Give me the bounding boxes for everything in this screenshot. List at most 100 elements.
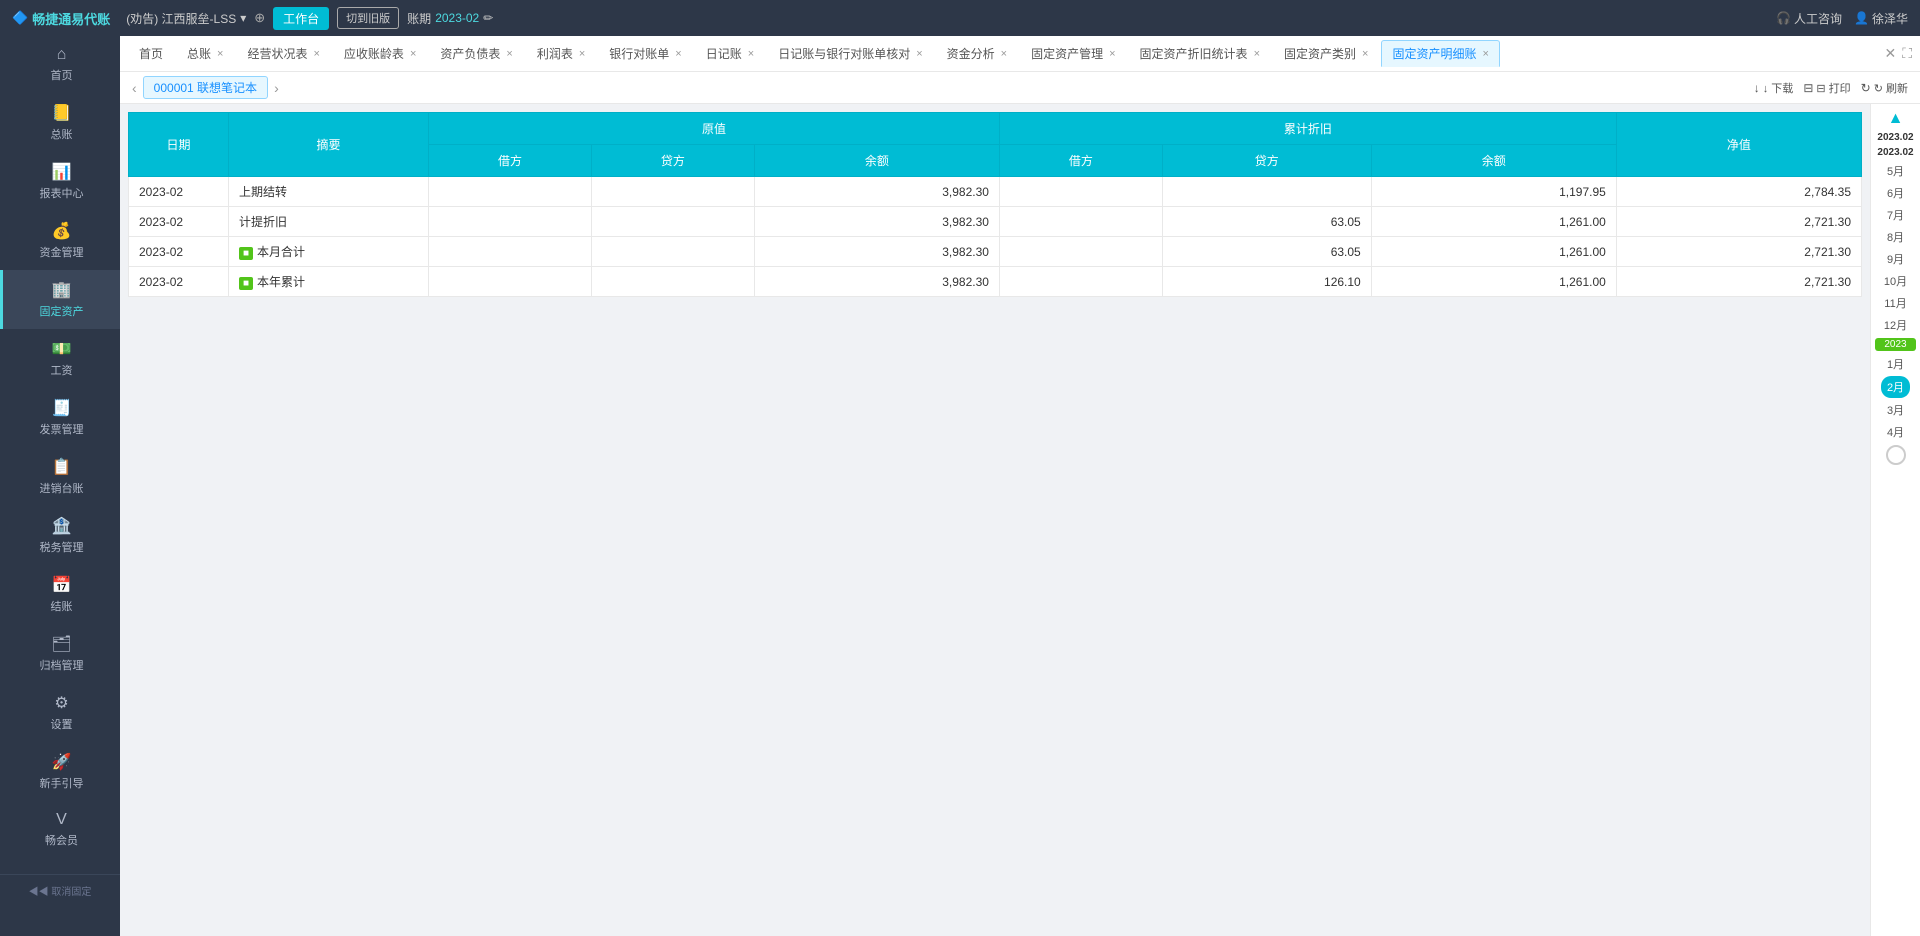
col-dep-debit: 借方 — [999, 145, 1162, 177]
sidebar-item-fixed-assets[interactable]: 🏢 固定资产 — [0, 270, 120, 329]
sidebar-item-member[interactable]: V 畅会员 — [0, 801, 120, 858]
cell-dep-credit: 63.05 — [1162, 237, 1371, 267]
tab-fixed-mgmt[interactable]: 固定资产管理× — [1020, 40, 1126, 67]
sidebar-item-invoice[interactable]: 🧾 发票管理 — [0, 388, 120, 447]
timeline-month[interactable]: 9月 — [1878, 248, 1913, 270]
tab-close-journal[interactable]: × — [748, 48, 754, 60]
print-button[interactable]: ⊟ ⊟ 打印 — [1803, 80, 1850, 96]
company-selector[interactable]: (劝告) 江西服垒-LSS ▾ — [126, 10, 246, 27]
guide-icon: 🚀 — [52, 752, 72, 772]
table-row: 2023-02 上期结转 3,982.30 1,197.95 2,784.35 — [129, 177, 1862, 207]
tab-close-operation[interactable]: × — [313, 48, 319, 60]
tab-close-fixed-detail[interactable]: × — [1482, 48, 1488, 60]
tab-close-fixed-type[interactable]: × — [1362, 48, 1368, 60]
timeline-month[interactable]: 1月 — [1875, 353, 1916, 375]
breadcrumb-current[interactable]: 000001 联想笔记本 — [143, 76, 268, 99]
sidebar-item-capital[interactable]: 💰 资金管理 — [0, 211, 120, 270]
tab-fixed-detail[interactable]: 固定资产明细账× — [1381, 40, 1499, 67]
col-date: 日期 — [129, 113, 229, 177]
timeline-month[interactable]: 3月 — [1875, 399, 1916, 421]
headset-icon: 🎧 — [1776, 11, 1791, 25]
sidebar-item-guide[interactable]: 🚀 新手引导 — [0, 742, 120, 801]
col-dep-credit: 贷方 — [1162, 145, 1371, 177]
tab-close-ledger[interactable]: × — [217, 48, 223, 60]
tab-close-bank[interactable]: × — [675, 48, 681, 60]
sidebar-label-settings: 设置 — [51, 716, 73, 732]
sidebar-item-settings[interactable]: ⚙ 设置 — [0, 683, 120, 742]
sidebar-item-ledger[interactable]: 📒 总账 — [0, 93, 120, 152]
sidebar-item-reports[interactable]: 📊 报表中心 — [0, 152, 120, 211]
cell-orig-credit — [591, 237, 754, 267]
sidebar-footer-pin[interactable]: ◀◀ 取消固定 — [0, 874, 120, 906]
tab-balance[interactable]: 资产负债表× — [429, 40, 523, 67]
tab-bank[interactable]: 银行对账单× — [598, 40, 692, 67]
sidebar-item-sales[interactable]: 📋 进销台账 — [0, 447, 120, 506]
copy-icon[interactable]: ⊕ — [254, 10, 265, 26]
timeline-circle[interactable] — [1886, 445, 1906, 465]
timeline-panel: ▲ 2023.02 2023.02 5月6月7月8月9月10月11月12月 20… — [1870, 104, 1920, 936]
tab-close-profit[interactable]: × — [579, 48, 585, 60]
refresh-button[interactable]: ↻ ↻ 刷新 — [1861, 80, 1908, 96]
tab-close-balance[interactable]: × — [506, 48, 512, 60]
user-avatar[interactable]: 👤 徐泽华 — [1854, 10, 1908, 27]
timeline-month[interactable]: 4月 — [1875, 421, 1916, 443]
tab-fund-analysis[interactable]: 资金分析× — [936, 40, 1018, 67]
tab-close-receivable[interactable]: × — [410, 48, 416, 60]
sidebar-items: ⌂ 首页 📒 总账 📊 报表中心 💰 资金管理 🏢 固定资产 💵 工资 🧾 发票… — [0, 36, 120, 858]
sidebar-item-salary[interactable]: 💵 工资 — [0, 329, 120, 388]
tab-receivable[interactable]: 应收账龄表× — [333, 40, 427, 67]
timeline-scroll-up[interactable]: ▲ — [1886, 108, 1906, 130]
tab-profit[interactable]: 利润表× — [526, 40, 596, 67]
tab-fixed-type[interactable]: 固定资产类别× — [1273, 40, 1379, 67]
ledger-icon: 📒 — [52, 103, 72, 123]
breadcrumb-bar: ‹ 000001 联想笔记本 › ↓ ↓ 下载 ⊟ ⊟ 打印 ↻ ↻ 刷新 — [120, 72, 1920, 104]
breadcrumb-next[interactable]: › — [274, 80, 279, 96]
sidebar-item-home[interactable]: ⌂ 首页 — [0, 36, 120, 93]
switch-version-button[interactable]: 切到旧版 — [337, 7, 399, 29]
tab-maximize[interactable]: ⛶ — [1902, 45, 1912, 62]
tab-operation[interactable]: 经营状况表× — [236, 40, 330, 67]
tab-home[interactable]: 首页 — [128, 40, 174, 67]
tab-ledger[interactable]: 总账× — [176, 40, 234, 67]
sidebar-label-capital: 资金管理 — [40, 244, 84, 260]
timeline-curr-months: 1月2月3月4月 — [1875, 353, 1916, 443]
tab-close-fixed-mgmt[interactable]: × — [1109, 48, 1115, 60]
timeline-month[interactable]: 7月 — [1878, 204, 1913, 226]
company-dropdown-icon[interactable]: ▾ — [240, 11, 246, 25]
cell-summary: 计提折旧 — [229, 207, 429, 237]
timeline-month[interactable]: 11月 — [1878, 292, 1913, 314]
content-area: 首页总账×经营状况表×应收账龄表×资产负债表×利润表×银行对账单×日记账×日记账… — [120, 36, 1920, 936]
workbench-button[interactable]: 工作台 — [273, 7, 329, 30]
timeline-month[interactable]: 8月 — [1878, 226, 1913, 248]
table-row: 2023-02 计提折旧 3,982.30 63.05 1,261.00 2,7… — [129, 207, 1862, 237]
cell-dep-debit — [999, 177, 1162, 207]
cell-date: 2023-02 — [129, 267, 229, 297]
support-button[interactable]: 🎧 人工咨询 — [1776, 10, 1842, 27]
sidebar-label-reports: 报表中心 — [40, 185, 84, 201]
timeline-month[interactable]: 12月 — [1878, 314, 1913, 336]
tab-label-journal: 日记账 — [706, 45, 742, 62]
tab-close-bank-check[interactable]: × — [916, 48, 922, 60]
timeline-month[interactable]: 6月 — [1878, 182, 1913, 204]
timeline-month[interactable]: 2月 — [1881, 376, 1910, 398]
tab-close-fixed-deprec[interactable]: × — [1254, 48, 1260, 60]
download-icon: ↓ — [1754, 81, 1760, 95]
tab-bank-check[interactable]: 日记账与银行对账单核对× — [767, 40, 933, 67]
tab-close-fund-analysis[interactable]: × — [1001, 48, 1007, 60]
download-button[interactable]: ↓ ↓ 下载 — [1754, 80, 1794, 96]
sidebar-item-tax[interactable]: 🏦 税务管理 — [0, 506, 120, 565]
table-scroll[interactable]: 日期 摘要 原值 累计折旧 净值 借方 贷方 余额 借方 贷方 余额 — [120, 104, 1870, 936]
tab-journal[interactable]: 日记账 × — [695, 40, 765, 67]
timeline-month[interactable]: 10月 — [1878, 270, 1913, 292]
sidebar-item-archive[interactable]: 🗂 归档管理 — [0, 624, 120, 683]
period-edit-icon[interactable]: ✏ — [483, 11, 493, 25]
timeline-month[interactable]: 5月 — [1878, 160, 1913, 182]
breadcrumb-prev[interactable]: ‹ — [132, 80, 137, 96]
tab-close-all[interactable]: ✕ — [1884, 45, 1896, 62]
sidebar-item-close[interactable]: 📅 结账 — [0, 565, 120, 624]
tab-fixed-deprec[interactable]: 固定资产折旧统计表× — [1129, 40, 1271, 67]
col-orig-balance: 余额 — [754, 145, 999, 177]
sidebar-label-tax: 税务管理 — [40, 539, 84, 555]
cell-orig-credit — [591, 267, 754, 297]
cell-summary: ■本月合计 — [229, 237, 429, 267]
